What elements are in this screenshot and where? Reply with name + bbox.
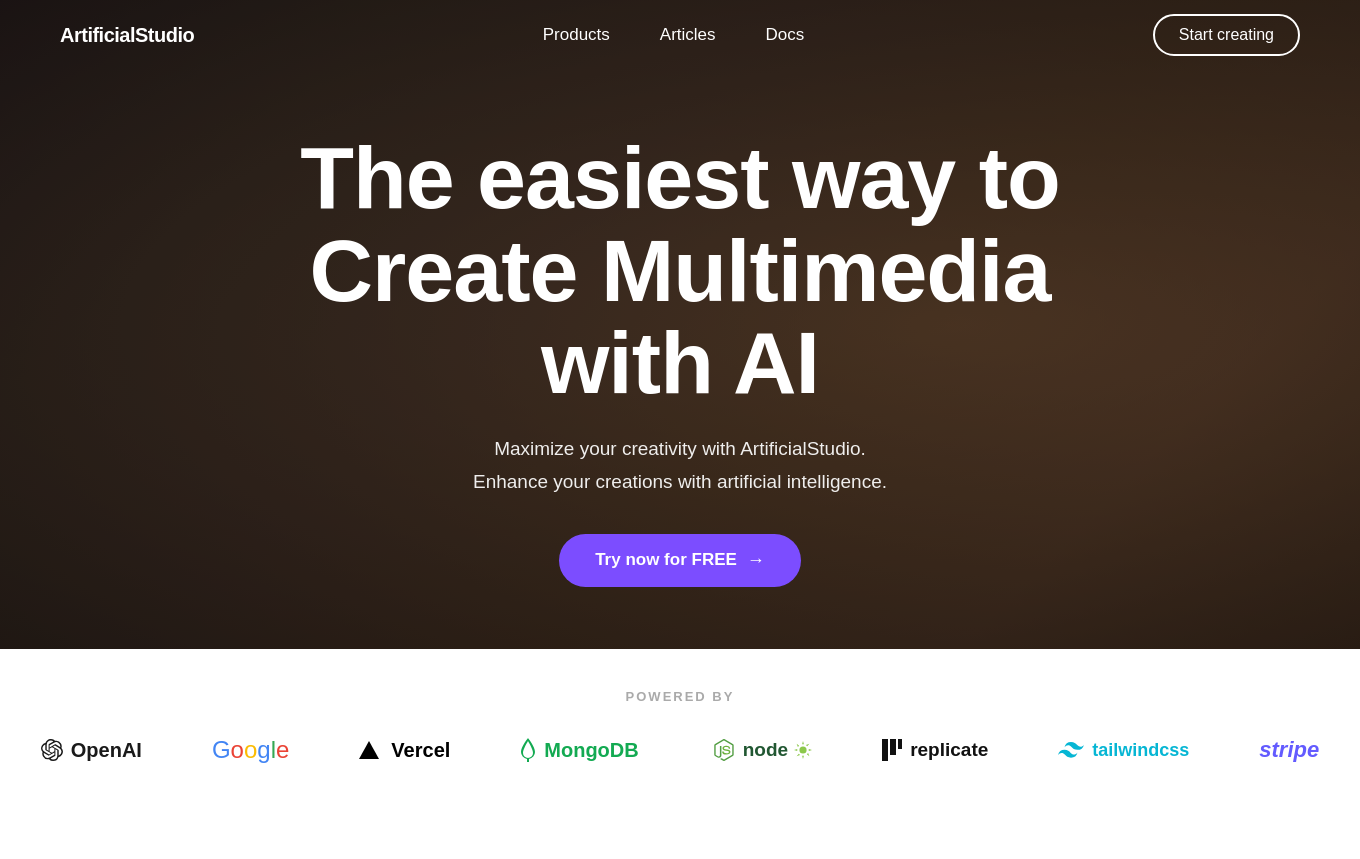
powered-by-section: POWERED BY OpenAI Google Vercel MongoDB (0, 649, 1360, 824)
logo-tailwindcss: tailwindcss (1058, 740, 1189, 761)
nav-link-articles[interactable]: Articles (660, 25, 716, 45)
powered-by-label: POWERED BY (626, 689, 735, 704)
hero-subtitle-line1: Maximize your creativity with Artificial… (494, 438, 866, 459)
logo-stripe: stripe (1259, 737, 1319, 763)
hero-title: The easiest way to Create Multimedia wit… (300, 132, 1060, 409)
bottom-area (0, 824, 1360, 859)
replicate-label: replicate (910, 739, 988, 761)
nav-link-products[interactable]: Products (543, 25, 610, 45)
stripe-label: stripe (1259, 737, 1319, 763)
replicate-icon (882, 739, 902, 761)
svg-rect-2 (890, 739, 896, 755)
hero-section: The easiest way to Create Multimedia wit… (0, 0, 1360, 649)
nodejs-label: node (743, 739, 788, 761)
mongodb-label: MongoDB (544, 739, 638, 762)
nodejs-gear-icon (794, 741, 812, 759)
hero-title-line2: Create Multimedia (310, 221, 1051, 320)
start-creating-button[interactable]: Start creating (1153, 14, 1300, 56)
google-label: Google (212, 736, 289, 764)
navbar: ArtificialStudio Products Articles Docs … (0, 0, 1360, 70)
hero-cta-arrow-icon: → (747, 550, 765, 571)
openai-label: OpenAI (71, 739, 142, 762)
tailwind-label: tailwindcss (1092, 740, 1189, 761)
svg-rect-3 (898, 739, 902, 749)
logo-nodejs: node (709, 739, 812, 761)
hero-subtitle: Maximize your creativity with Artificial… (473, 433, 887, 498)
logo-replicate: replicate (882, 739, 988, 761)
hero-cta-button[interactable]: Try now for FREE → (559, 534, 801, 587)
nav-links: Products Articles Docs (543, 25, 805, 45)
hero-title-line3: with AI (541, 313, 819, 412)
logo-google: Google (212, 736, 289, 764)
svg-point-0 (800, 746, 807, 753)
logos-row: OpenAI Google Vercel MongoDB node (60, 736, 1300, 764)
hero-cta-label: Try now for FREE (595, 550, 737, 570)
nodejs-icon (709, 739, 739, 761)
site-logo[interactable]: ArtificialStudio (60, 24, 194, 47)
hero-title-line1: The easiest way to (300, 128, 1060, 227)
logo-openai: OpenAI (41, 739, 142, 762)
tailwind-icon (1058, 741, 1084, 759)
logo-mongodb: MongoDB (520, 738, 638, 762)
nav-link-docs[interactable]: Docs (766, 25, 805, 45)
hero-content: The easiest way to Create Multimedia wit… (0, 0, 1360, 649)
logo-vercel: Vercel (359, 739, 450, 762)
openai-icon (41, 739, 63, 761)
vercel-label: Vercel (391, 739, 450, 762)
mongodb-icon (520, 738, 536, 762)
hero-subtitle-line2: Enhance your creations with artificial i… (473, 471, 887, 492)
svg-rect-1 (882, 739, 888, 761)
vercel-triangle-icon (359, 741, 379, 759)
